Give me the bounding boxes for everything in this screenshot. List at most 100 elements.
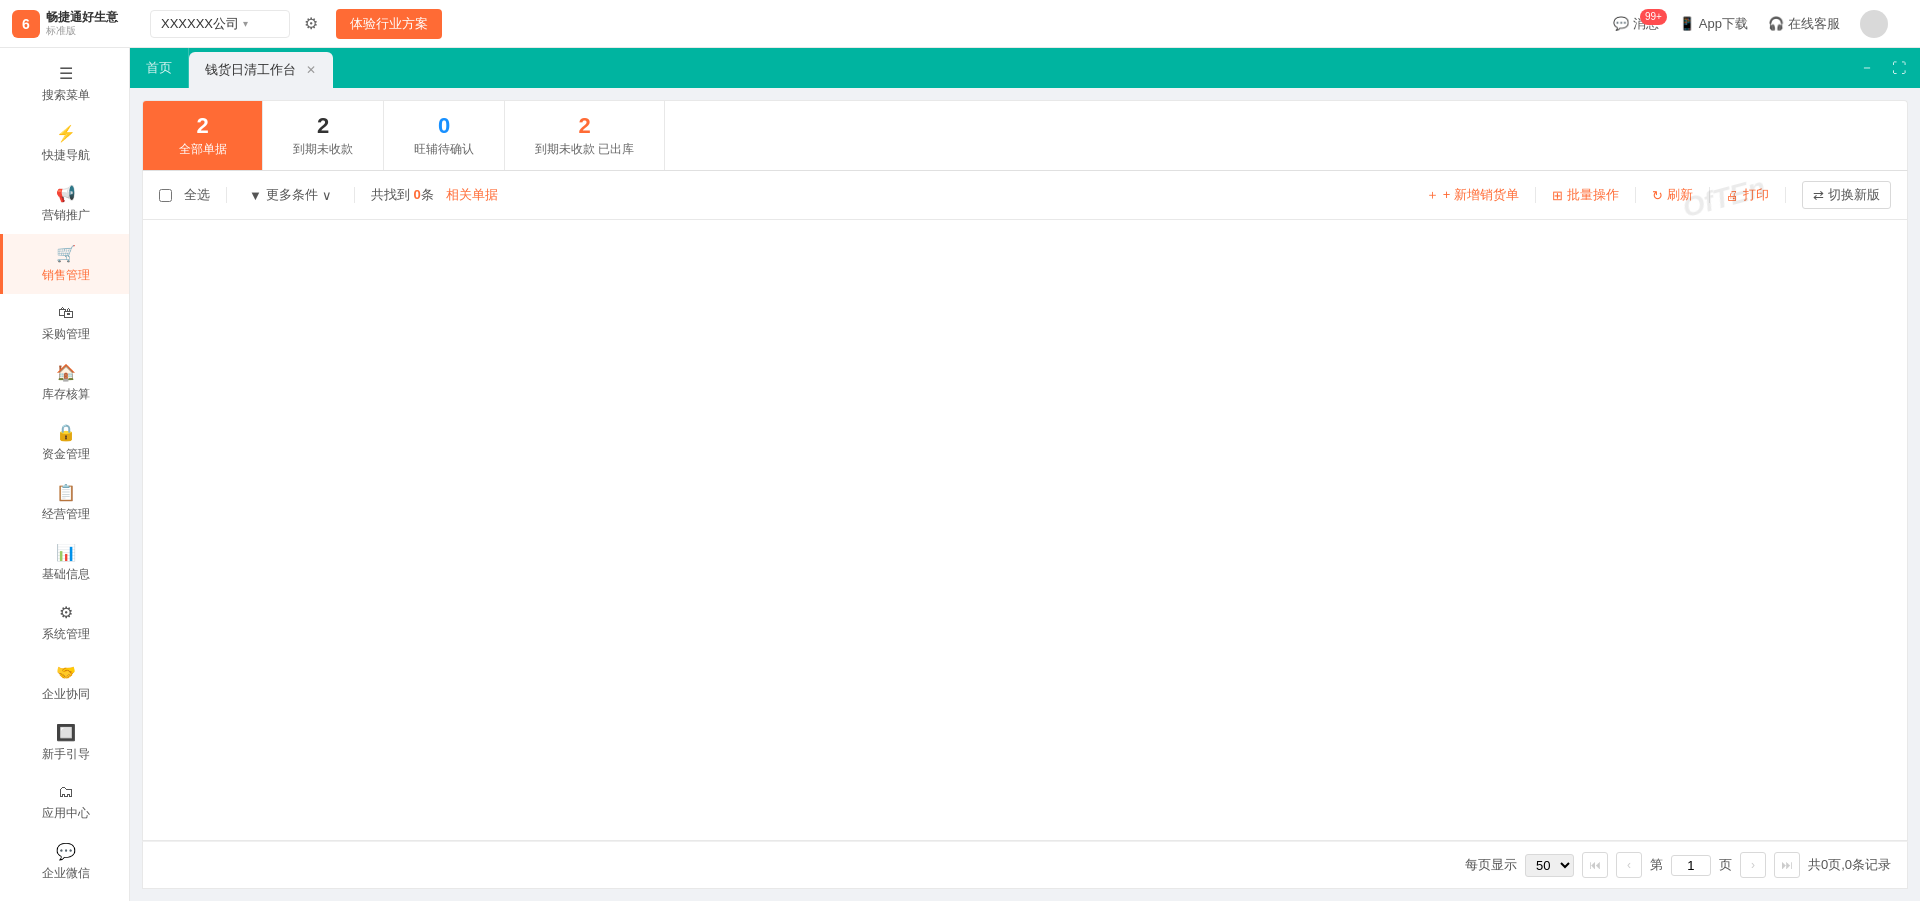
sidebar-item-operations[interactable]: 📋 经营管理 xyxy=(0,473,129,533)
sidebar-item-label: 经营管理 xyxy=(42,506,90,523)
tab-bar-right: － ⛶ xyxy=(1854,48,1920,88)
stat-tab-all[interactable]: 2 全部单据 xyxy=(143,101,263,170)
first-page-button[interactable]: ⏮ xyxy=(1582,852,1608,878)
toolbar-right: ＋ + 新增销货单 ⊞ 批量操作 ↻ 刷新 🖨 xyxy=(1426,181,1891,209)
sidebar-item-cooperation[interactable]: 🤝 企业协同 xyxy=(0,653,129,713)
add-sales-button[interactable]: ＋ + 新增销货单 xyxy=(1426,186,1519,204)
sidebar-item-finance[interactable]: 🔒 资金管理 xyxy=(0,413,129,473)
company-name: XXXXXX公司 xyxy=(161,15,239,33)
sidebar-item-search-menu[interactable]: ☰ 搜索菜单 xyxy=(0,54,129,114)
page-input[interactable] xyxy=(1671,855,1711,876)
sidebar-item-base-info[interactable]: 📊 基础信息 xyxy=(0,533,129,593)
stats-tabs: 2 全部单据 2 到期未收款 0 旺辅待确认 2 到期未收款 已出库 xyxy=(142,100,1908,170)
online-service-button[interactable]: 🎧 在线客服 xyxy=(1768,15,1840,33)
sidebar-item-label: 销售管理 xyxy=(42,267,90,284)
sidebar-item-label: 新手引导 xyxy=(42,746,90,763)
quick-nav-icon: ⚡ xyxy=(56,124,76,143)
inventory-icon: 🏠 xyxy=(56,363,76,382)
divider2 xyxy=(354,187,355,203)
tab-bar: 首页 钱货日清工作台 ✕ － ⛶ xyxy=(130,48,1920,88)
sidebar-item-label: 采购管理 xyxy=(42,326,90,343)
chevron-down-icon: ∨ xyxy=(322,188,332,203)
stat-tab-pending[interactable]: 0 旺辅待确认 xyxy=(384,101,505,170)
sidebar-item-system[interactable]: ⚙ 系统管理 xyxy=(0,593,129,653)
sidebar-item-sales[interactable]: 🛒 销售管理 xyxy=(0,234,129,294)
per-page-label: 每页显示 xyxy=(1465,856,1517,874)
sidebar-item-wechat[interactable]: 💬 企业微信 xyxy=(0,832,129,892)
sidebar-item-quick-nav[interactable]: ⚡ 快捷导航 xyxy=(0,114,129,174)
message-icon: 💬 xyxy=(1613,16,1629,31)
next-page-button[interactable]: › xyxy=(1740,852,1766,878)
trial-button[interactable]: 体验行业方案 xyxy=(336,9,442,39)
content-area: 首页 钱货日清工作台 ✕ － ⛶ 2 全部单据 2 到期未收款 xyxy=(130,48,1920,901)
search-menu-icon: ☰ xyxy=(59,64,73,83)
top-header: 6 畅捷通好生意 标准版 XXXXXX公司 ▾ ⚙ 体验行业方案 💬 消息 99… xyxy=(0,0,1920,48)
prev-page-button[interactable]: ‹ xyxy=(1616,852,1642,878)
company-selector[interactable]: XXXXXX公司 ▾ xyxy=(150,10,290,38)
system-icon: ⚙ xyxy=(59,603,73,622)
tab-cash-flow[interactable]: 钱货日清工作台 ✕ xyxy=(189,52,333,88)
batch-icon: ⊞ xyxy=(1552,188,1563,203)
messages-badge: 99+ xyxy=(1640,9,1667,25)
sidebar-item-guide[interactable]: 🔲 新手引导 xyxy=(0,713,129,773)
messages-button[interactable]: 💬 消息 99+ xyxy=(1613,15,1659,33)
refresh-icon: ↻ xyxy=(1652,188,1663,203)
app-center-icon: 🗂 xyxy=(58,783,74,801)
sidebar-item-label: 企业微信 xyxy=(42,865,90,882)
found-count: 0 xyxy=(414,187,421,202)
stat-label-all: 全部单据 xyxy=(179,141,227,158)
batch-operations-button[interactable]: ⊞ 批量操作 xyxy=(1552,186,1619,204)
divider xyxy=(226,187,227,203)
app-download-button[interactable]: 📱 App下载 xyxy=(1679,15,1748,33)
header-right: 💬 消息 99+ 📱 App下载 🎧 在线客服 xyxy=(1613,10,1908,38)
stat-label-unshipped: 到期未收款 已出库 xyxy=(535,141,634,158)
found-text: 共找到 0条 xyxy=(371,186,434,204)
sidebar-item-label: 库存核算 xyxy=(42,386,90,403)
settings-button[interactable]: ⚙ xyxy=(298,10,324,37)
page-suffix: 页 xyxy=(1719,856,1732,874)
tab-minimize-icon[interactable]: － xyxy=(1854,57,1880,79)
current-page-label: 第 xyxy=(1650,856,1663,874)
sidebar-item-member[interactable]: ✌ 畅会员 xyxy=(0,892,129,901)
stat-tab-unshipped[interactable]: 2 到期未收款 已出库 xyxy=(505,101,665,170)
select-all-checkbox[interactable] xyxy=(159,189,172,202)
page-content: 2 全部单据 2 到期未收款 0 旺辅待确认 2 到期未收款 已出库 xyxy=(130,88,1920,901)
switch-version-button[interactable]: ⇄ 切换新版 xyxy=(1802,181,1891,209)
total-info: 共0页,0条记录 xyxy=(1808,856,1891,874)
sidebar-item-label: 企业协同 xyxy=(42,686,90,703)
divider5 xyxy=(1709,187,1710,203)
sidebar-item-app-center[interactable]: 🗂 应用中心 xyxy=(0,773,129,832)
sidebar-item-inventory[interactable]: 🏠 库存核算 xyxy=(0,353,129,413)
base-info-icon: 📊 xyxy=(56,543,76,562)
table-area xyxy=(142,220,1908,841)
sidebar-item-purchase[interactable]: 🛍 采购管理 xyxy=(0,294,129,353)
tab-home-label: 首页 xyxy=(146,59,172,77)
tab-maximize-icon[interactable]: ⛶ xyxy=(1886,58,1912,78)
print-button[interactable]: 🖨 打印 xyxy=(1726,186,1769,204)
avatar[interactable] xyxy=(1860,10,1888,38)
switch-icon: ⇄ xyxy=(1813,188,1824,203)
logo-icon: 6 xyxy=(12,10,40,38)
sidebar-item-label: 系统管理 xyxy=(42,626,90,643)
app-icon: 📱 xyxy=(1679,16,1695,31)
last-page-button[interactable]: ⏭ xyxy=(1774,852,1800,878)
wechat-icon: 💬 xyxy=(56,842,76,861)
divider3 xyxy=(1535,187,1536,203)
stat-tab-overdue[interactable]: 2 到期未收款 xyxy=(263,101,384,170)
sidebar-item-marketing[interactable]: 📢 营销推广 xyxy=(0,174,129,234)
tab-close-icon[interactable]: ✕ xyxy=(306,63,316,77)
refresh-button[interactable]: ↻ 刷新 xyxy=(1652,186,1693,204)
main-layout: ☰ 搜索菜单 ⚡ 快捷导航 📢 营销推广 🛒 销售管理 🛍 采购管理 🏠 库存核… xyxy=(0,48,1920,901)
plus-icon: ＋ xyxy=(1426,186,1439,204)
sales-icon: 🛒 xyxy=(56,244,76,263)
print-icon: 🖨 xyxy=(1726,188,1739,203)
logo-text: 畅捷通好生意 标准版 xyxy=(46,11,118,35)
tab-home[interactable]: 首页 xyxy=(130,48,189,88)
sidebar-item-label: 搜索菜单 xyxy=(42,87,90,104)
stat-number-unshipped: 2 xyxy=(579,113,591,139)
stat-number-all: 2 xyxy=(196,113,208,139)
page-size-select[interactable]: 50 xyxy=(1525,854,1574,877)
more-filters-button[interactable]: ▼ 更多条件 ∨ xyxy=(243,182,338,208)
sidebar: ☰ 搜索菜单 ⚡ 快捷导航 📢 营销推广 🛒 销售管理 🛍 采购管理 🏠 库存核… xyxy=(0,48,130,901)
select-all-label: 全选 xyxy=(184,186,210,204)
